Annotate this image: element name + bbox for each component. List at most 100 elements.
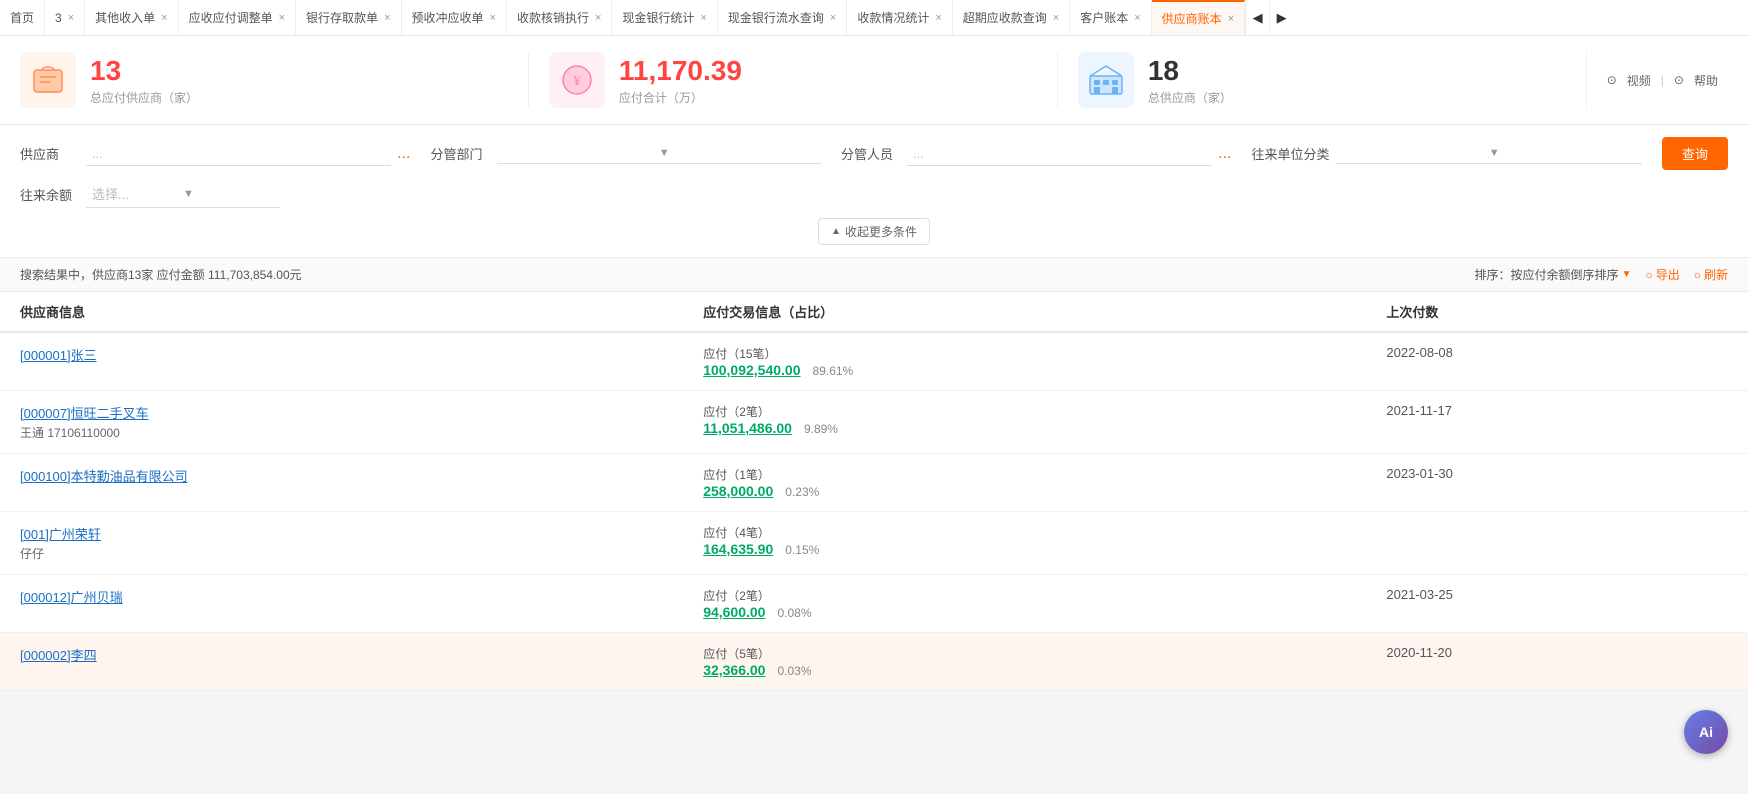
supplier-filter-input[interactable] (86, 142, 391, 166)
tx-info-cell: 应付（2笔） 94,600.00 0.08% (703, 587, 1386, 620)
supplier-link[interactable]: [000100]本特勤油品有限公司 (20, 466, 703, 485)
nav-tab-bank-deposit[interactable]: 银行存取款单 × (296, 0, 401, 35)
person-filter-input[interactable] (907, 142, 1212, 166)
nav-tab-home[interactable]: 首页 (0, 0, 45, 35)
nav-tab-other-income-close[interactable]: × (161, 12, 167, 24)
tx-amount[interactable]: 258,000.00 (703, 483, 773, 499)
total-suppliers-count: 18 (1148, 54, 1232, 88)
tx-amount[interactable]: 100,092,540.00 (703, 362, 800, 378)
nav-tab-3-close[interactable]: × (68, 12, 74, 24)
col-header-supplier: 供应商信息 (20, 302, 703, 321)
nav-tab-collect-stat[interactable]: 收款情况统计 × (847, 0, 952, 35)
tx-amount-row: 100,092,540.00 89.61% (703, 362, 1386, 378)
supplier-link[interactable]: [000007]恒旺二手叉车 (20, 403, 703, 422)
help-link[interactable]: 帮助 (1694, 72, 1718, 89)
col-header-tx: 应付交易信息（占比） (703, 302, 1386, 321)
table-header: 供应商信息 应付交易信息（占比） 上次付数 (0, 292, 1748, 333)
table-row: [000002]李四 应付（5笔） 32,366.00 0.03% 2020-1… (0, 633, 1748, 691)
collapse-button-label: 收起更多条件 (845, 223, 917, 240)
collapse-arrow-icon: ▲ (831, 226, 841, 237)
tx-info-cell: 应付（5笔） 32,366.00 0.03% (703, 645, 1386, 678)
nav-tab-collect-close[interactable]: × (595, 12, 601, 24)
nav-tab-collect[interactable]: 收款核销执行 × (507, 0, 612, 35)
last-pay-cell: 2022-08-08 (1386, 345, 1728, 360)
person-filter-label: 分管人员 (841, 144, 901, 163)
tx-info-cell: 应付（15笔） 100,092,540.00 89.61% (703, 345, 1386, 378)
nav-tab-collect-stat-close[interactable]: × (935, 12, 941, 24)
table-row: [000007]恒旺二手叉车 王通 17106110000 应付（2笔） 11,… (0, 391, 1748, 454)
category-filter-select[interactable]: ▼ (1336, 143, 1642, 164)
ap-suppliers-icon (20, 52, 76, 108)
balance-filter-select[interactable]: 选择... ▼ (86, 180, 280, 208)
tx-label: 应付（15笔） (703, 345, 1386, 362)
filter-area: 供应商 ... 分管部门 ▼ 分管人员 ... 往来单位分类 ▼ 查询 往来 (0, 125, 1748, 258)
nav-next-arrow[interactable]: ▶ (1269, 0, 1293, 35)
tx-amount[interactable]: 94,600.00 (703, 604, 765, 620)
dept-filter-select[interactable]: ▼ (497, 143, 822, 164)
nav-tab-ar-adjust-close[interactable]: × (279, 12, 285, 24)
last-pay-cell: 2023-01-30 (1386, 466, 1728, 481)
nav-tab-cash-bank-flow-label: 现金银行流水查询 (728, 9, 824, 26)
nav-tab-3[interactable]: 3 × (45, 0, 85, 35)
video-link[interactable]: 视频 (1627, 72, 1651, 89)
supplier-info-cell: [000100]本特勤油品有限公司 (20, 466, 703, 485)
supplier-link[interactable]: [001]广州荣轩 (20, 524, 703, 543)
links-separator: | (1661, 73, 1664, 87)
total-suppliers-icon (1078, 52, 1134, 108)
supplier-link[interactable]: [000001]张三 (20, 345, 703, 364)
nav-tab-ar-adjust[interactable]: 应收应付调整单 × (179, 0, 296, 35)
tx-percent: 0.03% (777, 664, 811, 678)
tx-amount-row: 11,051,486.00 9.89% (703, 420, 1386, 436)
nav-tab-prepay-close[interactable]: × (490, 12, 496, 24)
nav-tab-cash-bank-flow[interactable]: 现金银行流水查询 × (718, 0, 847, 35)
svg-text:¥: ¥ (573, 74, 580, 89)
tx-amount[interactable]: 32,366.00 (703, 662, 765, 678)
sort-button[interactable]: 排序：按应付余额倒序排序 ▼ (1475, 266, 1632, 283)
query-button[interactable]: 查询 (1662, 137, 1728, 170)
nav-tab-overdue[interactable]: 超期应收款查询 × (953, 0, 1070, 35)
total-suppliers-label: 总供应商（家） (1148, 89, 1232, 106)
supplier-filter-dots[interactable]: ... (397, 145, 410, 163)
tx-amount-row: 94,600.00 0.08% (703, 604, 1386, 620)
supplier-sub: 王通 17106110000 (20, 424, 703, 441)
nav-tab-bank-deposit-close[interactable]: × (384, 12, 390, 24)
supplier-info-cell: [000012]广州贝瑞 (20, 587, 703, 606)
nav-tab-cash-bank-flow-close[interactable]: × (830, 12, 836, 24)
last-pay-cell: 2021-03-25 (1386, 587, 1728, 602)
nav-tab-overdue-close[interactable]: × (1053, 12, 1059, 24)
supplier-link[interactable]: [000002]李四 (20, 645, 703, 664)
category-filter-label: 往来单位分类 (1252, 144, 1330, 163)
ap-suppliers-count: 13 (90, 54, 198, 88)
balance-chevron-icon: ▼ (183, 188, 274, 200)
nav-tab-customer-ledger-close[interactable]: × (1134, 12, 1140, 24)
supplier-info-cell: [000007]恒旺二手叉车 王通 17106110000 (20, 403, 703, 441)
filter-dept: 分管部门 ▼ (431, 143, 822, 164)
dept-chevron-icon: ▼ (659, 147, 815, 159)
nav-tab-prepay-label: 预收冲应收单 (412, 9, 484, 26)
balance-filter-label: 往来余额 (20, 185, 80, 204)
person-filter-dots[interactable]: ... (1218, 145, 1231, 163)
nav-prev-arrow[interactable]: ◀ (1245, 0, 1269, 35)
nav-tab-ar-adjust-label: 应收应付调整单 (189, 9, 273, 26)
tx-amount-row: 258,000.00 0.23% (703, 483, 1386, 499)
export-button[interactable]: ○ 导出 (1645, 266, 1679, 283)
supplier-info-cell: [001]广州荣轩 仔仔 (20, 524, 703, 562)
sort-down-icon: ▼ (1622, 269, 1632, 280)
nav-tab-supplier-ledger[interactable]: 供应商账本 × (1152, 0, 1245, 35)
collapse-filter-button[interactable]: ▲ 收起更多条件 (818, 218, 930, 245)
tx-info-cell: 应付（4笔） 164,635.90 0.15% (703, 524, 1386, 557)
results-summary-text: 搜索结果中，供应商13家 应付金额 111,703,854.00元 (20, 266, 302, 283)
ai-badge[interactable]: Ai (1684, 710, 1728, 754)
nav-tab-other-income[interactable]: 其他收入单 × (85, 0, 178, 35)
refresh-button[interactable]: ○ 刷新 (1694, 266, 1728, 283)
nav-tab-cash-bank-stat-close[interactable]: × (700, 12, 706, 24)
nav-tab-customer-ledger[interactable]: 客户账本 × (1070, 0, 1151, 35)
nav-tab-prepay[interactable]: 预收冲应收单 × (402, 0, 507, 35)
supplier-link[interactable]: [000012]广州贝瑞 (20, 587, 703, 606)
nav-tab-supplier-ledger-close[interactable]: × (1228, 13, 1234, 25)
tx-amount[interactable]: 11,051,486.00 (703, 420, 792, 436)
nav-tab-cash-bank-stat[interactable]: 现金银行统计 × (612, 0, 717, 35)
nav-tab-collect-stat-label: 收款情况统计 (857, 9, 929, 26)
sort-label: 排序：按应付余额倒序排序 (1475, 266, 1619, 283)
tx-amount[interactable]: 164,635.90 (703, 541, 773, 557)
